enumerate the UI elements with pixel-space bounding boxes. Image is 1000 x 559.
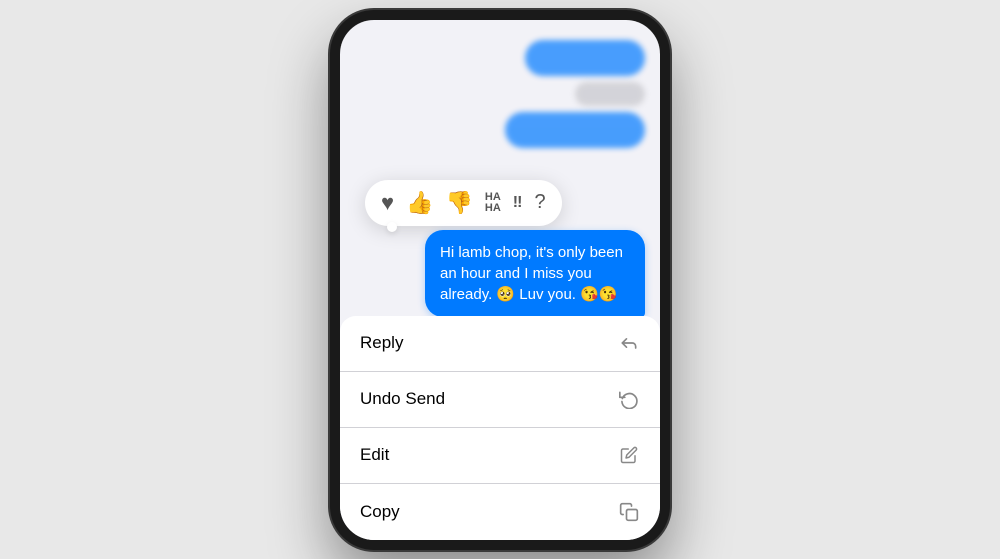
heart-reaction-icon[interactable]: ♥ (381, 190, 394, 216)
edit-label: Edit (360, 445, 389, 465)
exclaim-reaction-icon[interactable]: ‼ (513, 194, 523, 212)
undo-send-label: Undo Send (360, 389, 445, 409)
copy-menu-item[interactable]: Copy (340, 484, 660, 540)
message-section: ♥ 👍 👎 HAHA ‼ ? Hi lamb chop, it's only b… (340, 180, 660, 317)
undo-icon (618, 388, 640, 410)
haha-reaction-icon[interactable]: HAHA (485, 192, 501, 214)
edit-icon (618, 444, 640, 466)
screen: ♥ 👍 👎 HAHA ‼ ? Hi lamb chop, it's only b… (340, 20, 660, 540)
copy-icon (618, 501, 640, 523)
copy-label: Copy (360, 502, 400, 522)
thumbs-up-reaction-icon[interactable]: 👍 (406, 190, 433, 216)
phone-frame: ♥ 👍 👎 HAHA ‼ ? Hi lamb chop, it's only b… (330, 10, 670, 550)
undo-send-menu-item[interactable]: Undo Send (340, 372, 660, 428)
reply-menu-item[interactable]: Reply (340, 316, 660, 372)
thumbs-down-reaction-icon[interactable]: 👎 (445, 190, 472, 216)
reply-icon (618, 332, 640, 354)
message-text: Hi lamb chop, it's only been an hour and… (440, 244, 623, 303)
reaction-picker: ♥ 👍 👎 HAHA ‼ ? (365, 180, 562, 226)
question-reaction-icon[interactable]: ? (534, 191, 545, 214)
edit-menu-item[interactable]: Edit (340, 428, 660, 484)
imessage-bubble: Hi lamb chop, it's only been an hour and… (425, 230, 645, 317)
context-menu: Reply Undo Send Edit (340, 316, 660, 540)
reply-label: Reply (360, 333, 403, 353)
